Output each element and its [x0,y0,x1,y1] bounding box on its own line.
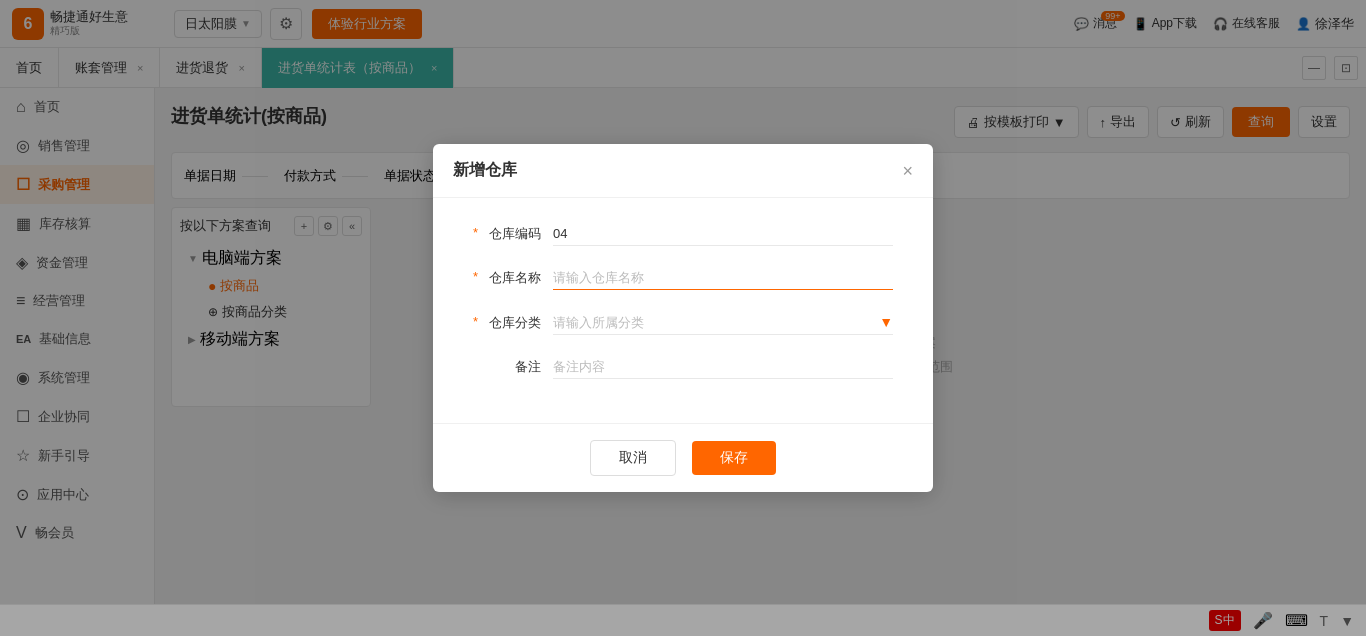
modal-footer: 取消 保存 [433,423,933,492]
modal-title: 新增仓库 [453,160,517,181]
warehouse-name-label: 仓库名称 [473,269,553,287]
warehouse-code-input[interactable] [553,222,893,246]
warehouse-remark-input[interactable] [553,355,893,379]
warehouse-category-row: 仓库分类 ▼ [473,310,893,335]
warehouse-category-wrapper: ▼ [553,310,893,335]
warehouse-category-label: 仓库分类 [473,314,553,332]
warehouse-remark-label: 备注 [473,358,553,376]
warehouse-remark-row: 备注 [473,355,893,379]
warehouse-code-label: 仓库编码 [473,225,553,243]
modal-body: 仓库编码 仓库名称 仓库分类 ▼ [433,198,933,423]
modal-close-button[interactable]: × [902,162,913,180]
modal-overlay: 新增仓库 × 仓库编码 仓库名称 仓库分类 [0,0,1366,636]
warehouse-name-row: 仓库名称 [473,266,893,290]
warehouse-code-row: 仓库编码 [473,222,893,246]
warehouse-category-input[interactable] [553,315,879,330]
cancel-button[interactable]: 取消 [590,440,676,476]
save-button[interactable]: 保存 [692,441,776,475]
category-dropdown-arrow-icon[interactable]: ▼ [879,314,893,330]
add-warehouse-modal: 新增仓库 × 仓库编码 仓库名称 仓库分类 [433,144,933,492]
modal-header: 新增仓库 × [433,144,933,198]
warehouse-name-input[interactable] [553,266,893,290]
